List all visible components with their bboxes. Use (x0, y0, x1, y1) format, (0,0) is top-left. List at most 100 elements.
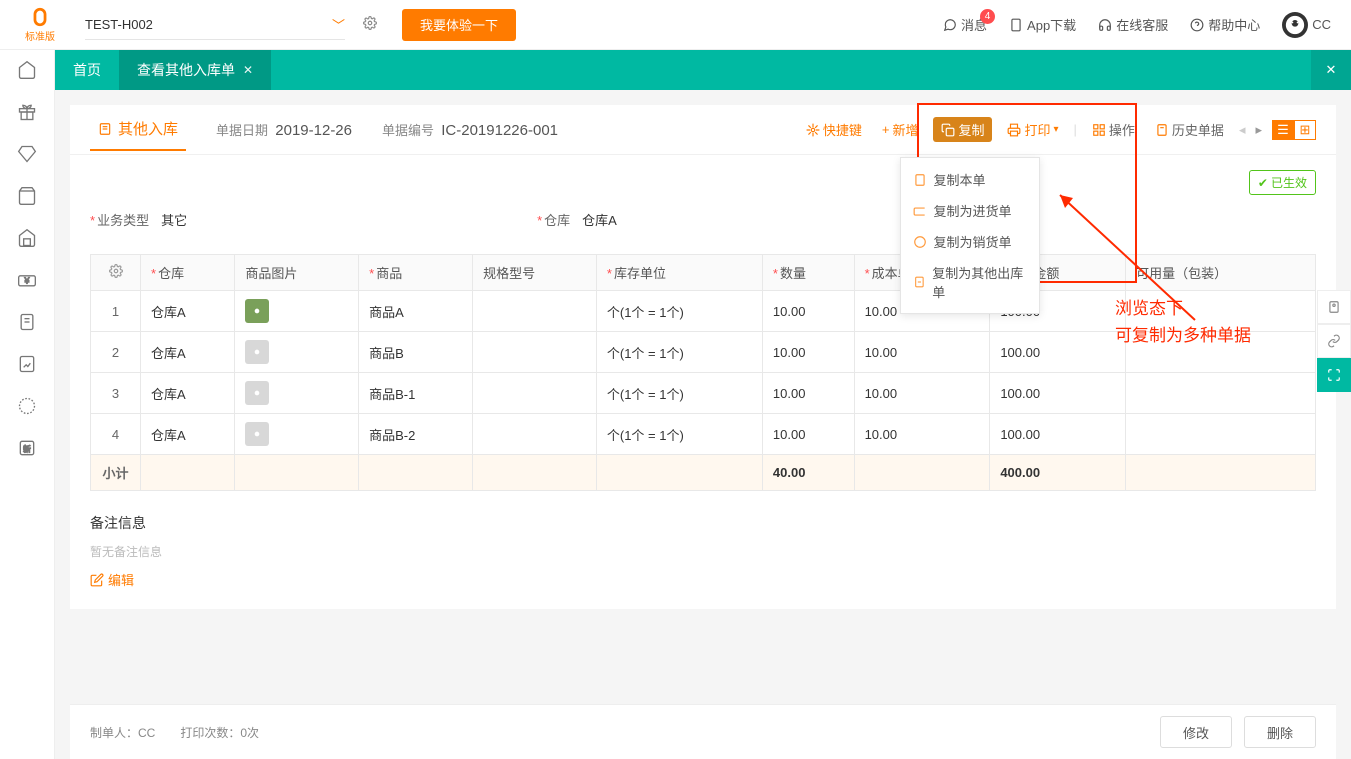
subtotal-amt: 400.00 (990, 455, 1126, 491)
doc-no-label: 单据编号 (382, 123, 434, 138)
side-nav: ¥ 新 (0, 50, 55, 759)
row-price: 10.00 (854, 332, 990, 373)
nav-dashed-icon[interactable] (17, 396, 37, 416)
row-product: 商品B-1 (359, 373, 473, 414)
history-button[interactable]: 历史单据 (1150, 117, 1229, 142)
col-unit: *库存单位 (596, 255, 762, 291)
customer-service-button[interactable]: 在线客服 (1098, 15, 1168, 34)
col-spec: 规格型号 (473, 255, 597, 291)
gear-icon[interactable] (363, 16, 377, 33)
row-image (235, 373, 359, 414)
user-menu[interactable]: CC (1282, 12, 1331, 38)
col-settings[interactable] (91, 255, 141, 291)
dropdown-copy-out-label: 复制为其他出库单 (932, 263, 1027, 301)
document-type-tab[interactable]: 其他入库 (90, 108, 186, 151)
nav-gift-icon[interactable] (17, 102, 37, 122)
document-footer: 制单人：CC 打印次数：0次 修改 删除 (70, 704, 1336, 759)
nav-money-icon[interactable]: ¥ (17, 270, 37, 290)
delete-button[interactable]: 删除 (1244, 716, 1316, 748)
status-text: 已生效 (1271, 174, 1307, 191)
row-spec (473, 332, 597, 373)
dock-link-icon[interactable] (1317, 324, 1351, 358)
plus-icon: + (882, 122, 890, 137)
doc-no-value: IC-20191226-001 (441, 122, 558, 139)
shortcut-button[interactable]: 快捷键 (801, 117, 867, 142)
row-unit: 个(1个 = 1个) (596, 291, 762, 332)
app-download-button[interactable]: App下载 (1009, 15, 1076, 34)
remark-edit-button[interactable]: 编辑 (90, 570, 1316, 589)
remark-title: 备注信息 (90, 513, 1316, 533)
nav-diamond-icon[interactable] (17, 144, 37, 164)
tab-home[interactable]: 首页 (55, 50, 119, 90)
dropdown-copy-out[interactable]: 复制为其他出库单 (901, 257, 1039, 307)
right-dock (1317, 290, 1351, 392)
dock-note-icon[interactable] (1317, 290, 1351, 324)
messages-button[interactable]: 消息 4 (943, 15, 987, 34)
tabs-close-all-button[interactable]: ✕ (1311, 50, 1351, 90)
nav-warehouse-icon[interactable] (17, 228, 37, 248)
row-warehouse: 仓库A (141, 373, 235, 414)
next-icon[interactable]: ▸ (1255, 122, 1262, 138)
doc-date-label: 单据日期 (216, 123, 268, 138)
dropdown-copy-this-label: 复制本单 (933, 170, 985, 189)
table-row[interactable]: 1 仓库A 商品A 个(1个 = 1个) 10.00 10.00 100.00 (91, 291, 1316, 332)
table-row[interactable]: 4 仓库A 商品B-2 个(1个 = 1个) 10.00 10.00 100.0… (91, 414, 1316, 455)
dropdown-copy-this[interactable]: 复制本单 (901, 164, 1039, 195)
history-label: 历史单据 (1172, 120, 1224, 139)
row-avail (1126, 414, 1316, 455)
workspace: 首页 查看其他入库单 ✕ ✕ 其他入库 单据日期 2019-12-26 单据编号… (55, 50, 1351, 759)
nav-clipboard-icon[interactable] (17, 312, 37, 332)
table-row[interactable]: 2 仓库A 商品B 个(1个 = 1个) 10.00 10.00 100.00 (91, 332, 1316, 373)
row-index: 3 (91, 373, 141, 414)
view-list-button[interactable]: ☰ (1272, 120, 1294, 140)
form-fields: *业务类型其它 *仓库仓库A (70, 200, 1336, 254)
row-image (235, 332, 359, 373)
table-row[interactable]: 3 仓库A 商品B-1 个(1个 = 1个) 10.00 10.00 100.0… (91, 373, 1316, 414)
nav-home-icon[interactable] (17, 60, 37, 80)
nav-bag-icon[interactable] (17, 186, 37, 206)
svg-text:新: 新 (23, 443, 31, 453)
trial-button[interactable]: 我要体验一下 (402, 9, 516, 41)
dock-expand-icon[interactable] (1317, 358, 1351, 392)
dropdown-copy-sale[interactable]: 复制为销货单 (901, 226, 1039, 257)
row-unit: 个(1个 = 1个) (596, 332, 762, 373)
footer-maker: 制单人：CC (90, 724, 155, 741)
nav-report-icon[interactable] (17, 354, 37, 374)
row-avail (1126, 291, 1316, 332)
row-qty: 10.00 (762, 332, 854, 373)
row-amt: 100.00 (990, 332, 1126, 373)
nav-new-icon[interactable]: 新 (17, 438, 37, 458)
document-header: 其他入库 单据日期 2019-12-26 单据编号 IC-20191226-00… (70, 105, 1336, 155)
subtotal-qty: 40.00 (762, 455, 854, 491)
row-avail (1126, 373, 1316, 414)
row-image (235, 414, 359, 455)
tab-home-label: 首页 (73, 60, 101, 80)
avatar (1282, 12, 1308, 38)
biztype-field: *业务类型其它 (90, 210, 187, 229)
row-qty: 10.00 (762, 414, 854, 455)
org-selector[interactable]: TEST-H002 ﹀ (85, 10, 345, 40)
tab-close-icon[interactable]: ✕ (243, 63, 253, 77)
row-qty: 10.00 (762, 373, 854, 414)
tab-current[interactable]: 查看其他入库单 ✕ (119, 50, 271, 90)
subtotal-row: 小计 40.00 400.00 (91, 455, 1316, 491)
modify-button[interactable]: 修改 (1160, 716, 1232, 748)
view-card-button[interactable]: ⊞ (1294, 120, 1316, 140)
remark-section: 备注信息 暂无备注信息 编辑 (70, 501, 1336, 609)
dropdown-copy-purchase-label: 复制为进货单 (933, 201, 1011, 220)
app-download-label: App下载 (1027, 15, 1076, 34)
dropdown-copy-purchase[interactable]: 复制为进货单 (901, 195, 1039, 226)
document-meta: 单据日期 2019-12-26 单据编号 IC-20191226-001 (216, 120, 558, 139)
col-avail: 可用量（包装） (1126, 255, 1316, 291)
warehouse-value: 仓库A (582, 210, 617, 229)
row-spec (473, 373, 597, 414)
warehouse-field: *仓库仓库A (537, 210, 617, 229)
row-product: 商品A (359, 291, 473, 332)
messages-badge: 4 (980, 9, 995, 24)
biztype-value: 其它 (161, 210, 187, 229)
remark-edit-label: 编辑 (108, 570, 134, 589)
col-warehouse: *仓库 (141, 255, 235, 291)
prev-icon[interactable]: ◂ (1239, 122, 1246, 138)
warehouse-label: 仓库 (544, 213, 570, 228)
help-center-button[interactable]: 帮助中心 (1190, 15, 1260, 34)
